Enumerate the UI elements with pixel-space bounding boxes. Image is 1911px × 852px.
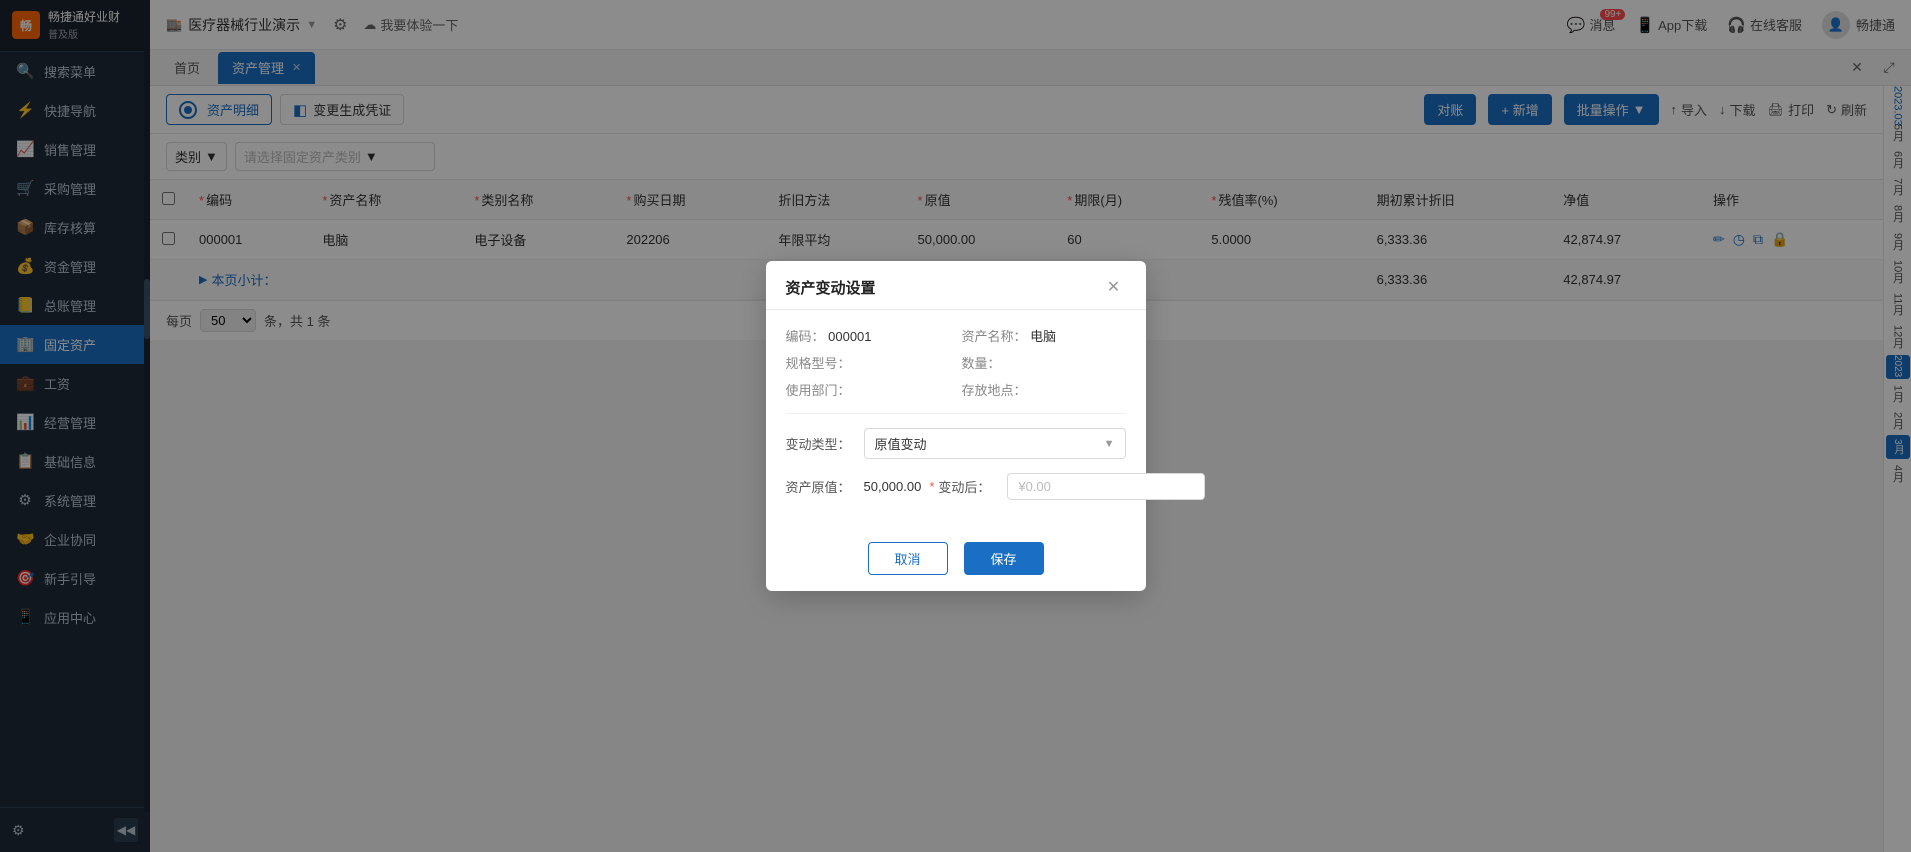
original-value-display: 50,000.00	[864, 479, 922, 494]
required-star: *	[929, 479, 934, 494]
cancel-button[interactable]: 取消	[868, 542, 948, 575]
after-value-input[interactable]	[1007, 473, 1205, 500]
asset-change-modal: 资产变动设置 ✕ 编码： 000001 资产名称： 电脑 规格型号： 数	[766, 261, 1146, 591]
modal-dept-label: 使用部门：	[786, 383, 851, 398]
change-type-select[interactable]: 原值变动 ▼	[864, 428, 1126, 459]
modal-close-button[interactable]: ✕	[1102, 275, 1126, 299]
value-row: 资产原值： 50,000.00 * 变动后：	[786, 473, 1126, 500]
modal-title: 资产变动设置	[786, 277, 1102, 298]
after-label: 变动后：	[938, 477, 990, 496]
change-type-arrow-icon: ▼	[1104, 438, 1115, 450]
modal-spec-item: 规格型号：	[786, 353, 950, 372]
modal-name-label: 资产名称：	[962, 329, 1027, 344]
modal-code-label: 编码：	[786, 329, 825, 344]
modal-footer: 取消 保存	[766, 530, 1146, 591]
modal-overlay: 资产变动设置 ✕ 编码： 000001 资产名称： 电脑 规格型号： 数	[0, 0, 1911, 852]
modal-spec-label: 规格型号：	[786, 356, 851, 371]
change-type-value: 原值变动	[875, 434, 1098, 453]
modal-qty-item: 数量：	[962, 353, 1126, 372]
modal-header: 资产变动设置 ✕	[766, 261, 1146, 310]
modal-info-grid: 编码： 000001 资产名称： 电脑 规格型号： 数量： 使用部门：	[786, 326, 1126, 414]
modal-location-label: 存放地点：	[962, 383, 1027, 398]
original-value-label: 资产原值：	[786, 477, 856, 496]
save-button[interactable]: 保存	[964, 542, 1044, 575]
modal-name-item: 资产名称： 电脑	[962, 326, 1126, 345]
modal-name-value: 电脑	[1030, 329, 1056, 344]
modal-code-item: 编码： 000001	[786, 326, 950, 345]
modal-dept-item: 使用部门：	[786, 380, 950, 399]
modal-location-item: 存放地点：	[962, 380, 1126, 399]
change-type-label: 变动类型：	[786, 434, 856, 453]
change-type-row: 变动类型： 原值变动 ▼	[786, 428, 1126, 459]
after-label-container: * 变动后：	[929, 477, 999, 496]
modal-code-value: 000001	[828, 329, 871, 344]
modal-body: 编码： 000001 资产名称： 电脑 规格型号： 数量： 使用部门：	[766, 310, 1146, 530]
modal-qty-label: 数量：	[962, 356, 1001, 371]
